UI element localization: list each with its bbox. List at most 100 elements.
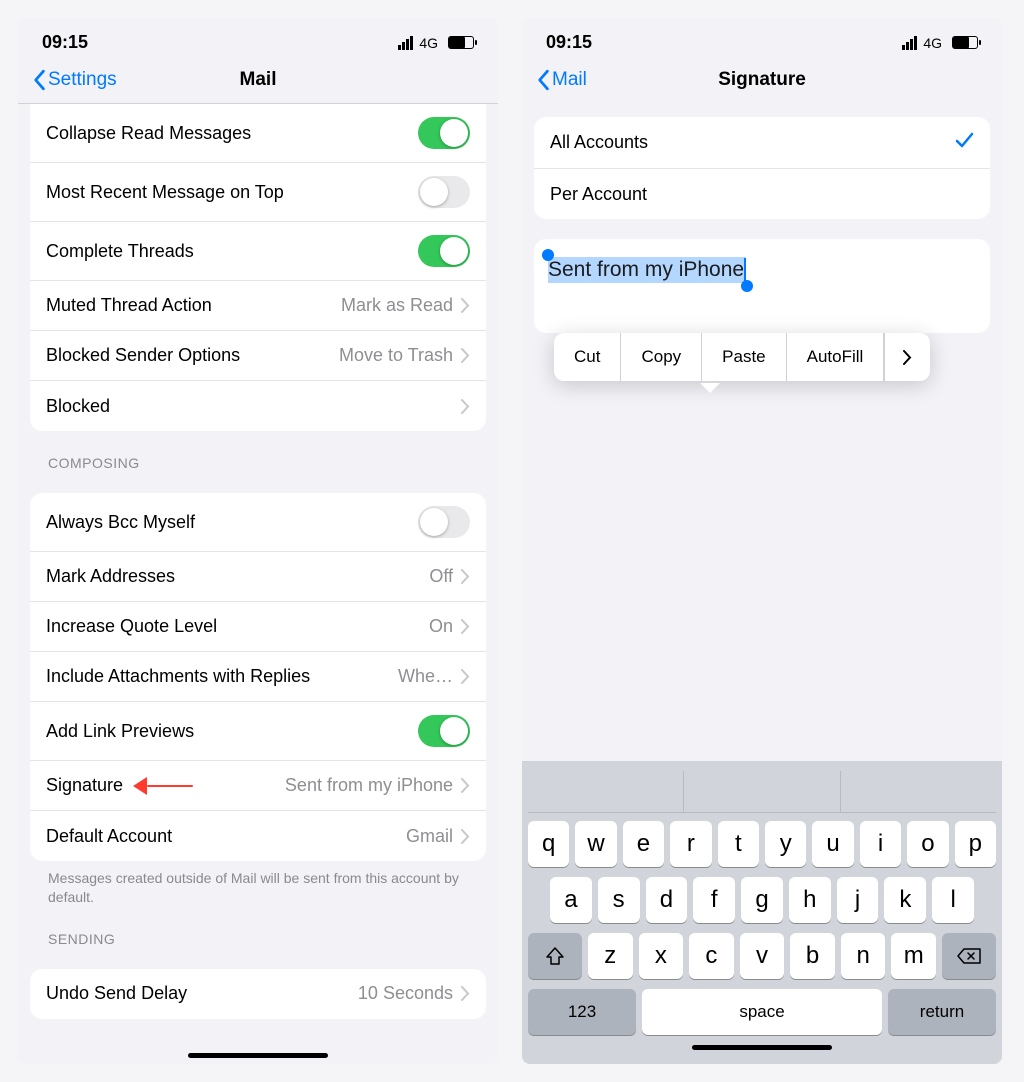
row-muted-action[interactable]: Muted Thread Action Mark as Read [30, 281, 486, 331]
key-u[interactable]: u [812, 821, 853, 867]
value: Mark as Read [341, 295, 453, 316]
signature-content: All Accounts Per Account Cut Copy Paste … [522, 103, 1002, 761]
label: Blocked Sender Options [46, 345, 240, 366]
nav-bar: Mail Signature [522, 59, 1002, 103]
row-quote-level[interactable]: Increase Quote Level On [30, 602, 486, 652]
chevron-right-icon [461, 986, 470, 1001]
row-link-previews[interactable]: Add Link Previews [30, 702, 486, 761]
key-f[interactable]: f [693, 877, 735, 923]
row-collapse-read[interactable]: Collapse Read Messages [30, 104, 486, 163]
toggle-link-previews[interactable] [418, 715, 470, 747]
row-default-account[interactable]: Default Account Gmail [30, 811, 486, 861]
key-shift[interactable] [528, 933, 582, 979]
back-button[interactable]: Settings [32, 69, 117, 91]
menu-more-button[interactable] [884, 333, 930, 381]
key-l[interactable]: l [932, 877, 974, 923]
key-s[interactable]: s [598, 877, 640, 923]
row-signature[interactable]: Signature Sent from my iPhone [30, 761, 486, 811]
key-q[interactable]: q [528, 821, 569, 867]
toggle-collapse-read[interactable] [418, 117, 470, 149]
key-return[interactable]: return [888, 989, 996, 1035]
key-n[interactable]: n [841, 933, 886, 979]
label: Default Account [46, 826, 172, 847]
home-indicator[interactable] [692, 1045, 832, 1050]
keyboard-row-3: z x c v b n m [528, 933, 996, 979]
context-menu-tail [700, 383, 720, 393]
page-title: Signature [718, 69, 806, 91]
toggle-bcc[interactable] [418, 506, 470, 538]
row-all-accounts[interactable]: All Accounts [534, 117, 990, 169]
key-space[interactable]: space [642, 989, 882, 1035]
row-complete-threads[interactable]: Complete Threads [30, 222, 486, 281]
label: Complete Threads [46, 241, 194, 262]
key-e[interactable]: e [623, 821, 664, 867]
key-backspace[interactable] [942, 933, 996, 979]
threading-group: Collapse Read Messages Most Recent Messa… [30, 104, 486, 431]
chevron-right-icon [461, 829, 470, 844]
row-undo-send[interactable]: Undo Send Delay 10 Seconds [30, 969, 486, 1019]
toggle-complete-threads[interactable] [418, 235, 470, 267]
key-m[interactable]: m [891, 933, 936, 979]
label: Most Recent Message on Top [46, 182, 284, 203]
key-p[interactable]: p [955, 821, 996, 867]
key-z[interactable]: z [588, 933, 633, 979]
row-per-account[interactable]: Per Account [534, 169, 990, 219]
key-i[interactable]: i [860, 821, 901, 867]
key-w[interactable]: w [575, 821, 616, 867]
key-c[interactable]: c [689, 933, 734, 979]
label: Mark Addresses [46, 566, 175, 587]
signal-icon [902, 36, 917, 50]
key-k[interactable]: k [884, 877, 926, 923]
value: Whe… [398, 666, 453, 687]
key-v[interactable]: v [740, 933, 785, 979]
text-caret [744, 258, 746, 282]
key-g[interactable]: g [741, 877, 783, 923]
signature-text-field[interactable]: Sent from my iPhone [534, 239, 990, 333]
back-label: Settings [48, 69, 117, 91]
nav-bar: Settings Mail [18, 59, 498, 104]
backspace-icon [956, 946, 982, 966]
value: Off [429, 566, 453, 587]
key-numbers[interactable]: 123 [528, 989, 636, 1035]
menu-item-cut[interactable]: Cut [554, 333, 621, 381]
value: Sent from my iPhone [285, 775, 453, 796]
sending-group: Undo Send Delay 10 Seconds [30, 969, 486, 1019]
key-y[interactable]: y [765, 821, 806, 867]
key-o[interactable]: o [907, 821, 948, 867]
signature-text: Sent from my iPhone [548, 258, 744, 281]
selected-text[interactable]: Sent from my iPhone [548, 257, 746, 283]
section-header-sending: SENDING [30, 907, 486, 955]
menu-item-autofill[interactable]: AutoFill [787, 333, 885, 381]
selection-handle-end[interactable] [741, 280, 753, 292]
chevron-right-icon [461, 399, 470, 414]
row-bcc[interactable]: Always Bcc Myself [30, 493, 486, 552]
key-a[interactable]: a [550, 877, 592, 923]
chevron-right-icon [461, 569, 470, 584]
menu-item-paste[interactable]: Paste [702, 333, 786, 381]
section-header-composing: COMPOSING [30, 431, 486, 479]
menu-item-copy[interactable]: Copy [621, 333, 702, 381]
chevron-left-icon [536, 69, 550, 91]
footer-note: Messages created outside of Mail will be… [30, 861, 486, 907]
back-button[interactable]: Mail [536, 69, 587, 91]
home-wrap [18, 1039, 498, 1064]
row-blocked[interactable]: Blocked [30, 381, 486, 431]
key-j[interactable]: j [837, 877, 879, 923]
label: Signature [46, 775, 123, 796]
row-attachments[interactable]: Include Attachments with Replies Whe… [30, 652, 486, 702]
toggle-recent-top[interactable] [418, 176, 470, 208]
row-blocked-sender[interactable]: Blocked Sender Options Move to Trash [30, 331, 486, 381]
selection-handle-start[interactable] [542, 249, 554, 261]
network-label: 4G [419, 35, 438, 51]
row-mark-addresses[interactable]: Mark Addresses Off [30, 552, 486, 602]
key-h[interactable]: h [789, 877, 831, 923]
status-icons: 4G [902, 35, 978, 51]
status-time: 09:15 [42, 32, 88, 53]
key-t[interactable]: t [718, 821, 759, 867]
key-r[interactable]: r [670, 821, 711, 867]
key-x[interactable]: x [639, 933, 684, 979]
row-recent-top[interactable]: Most Recent Message on Top [30, 163, 486, 222]
key-b[interactable]: b [790, 933, 835, 979]
keyboard-suggestion-bar[interactable] [528, 771, 996, 813]
key-d[interactable]: d [646, 877, 688, 923]
